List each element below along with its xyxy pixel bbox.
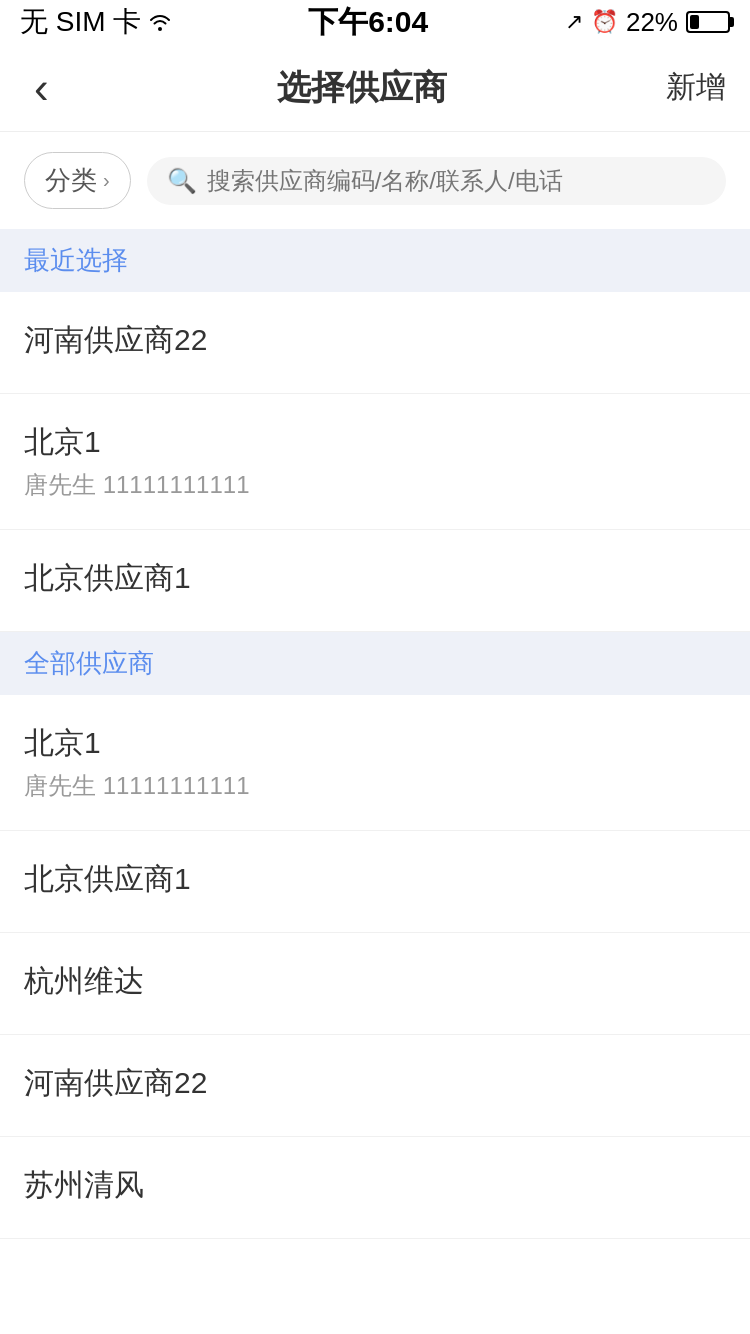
page-title: 选择供应商: [277, 65, 447, 111]
list-item[interactable]: 杭州维达: [0, 933, 750, 1035]
list-item[interactable]: 苏州清风: [0, 1137, 750, 1239]
item-name: 苏州清风: [24, 1165, 726, 1206]
nav-bar: ‹ 选择供应商 新增: [0, 44, 750, 132]
item-name: 北京供应商1: [24, 558, 726, 599]
status-time: 下午6:04: [308, 2, 428, 43]
search-input[interactable]: [207, 167, 706, 195]
add-button[interactable]: 新增: [666, 67, 726, 108]
location-icon: ↗: [565, 9, 583, 35]
all-section-header: 全部供应商: [0, 632, 750, 695]
item-name: 河南供应商22: [24, 320, 726, 361]
status-right: ↗ ⏰ 22%: [565, 7, 730, 38]
all-section-label: 全部供应商: [24, 648, 154, 678]
wifi-icon: [149, 6, 171, 38]
list-item[interactable]: 河南供应商22: [0, 292, 750, 394]
recent-list: 河南供应商22 北京1 唐先生 11111111111 北京供应商1: [0, 292, 750, 632]
list-item[interactable]: 河南供应商22: [0, 1035, 750, 1137]
item-sub: 唐先生 11111111111: [24, 770, 726, 802]
list-item[interactable]: 北京供应商1: [0, 530, 750, 632]
list-item[interactable]: 北京1 唐先生 11111111111: [0, 695, 750, 831]
item-name: 北京供应商1: [24, 859, 726, 900]
list-item[interactable]: 北京供应商1: [0, 831, 750, 933]
category-label: 分类: [45, 163, 97, 198]
sim-label: 无 SIM 卡: [20, 3, 141, 41]
alarm-icon: ⏰: [591, 9, 618, 35]
filter-bar: 分类 › 🔍: [0, 132, 750, 229]
battery-percent: 22%: [626, 7, 678, 38]
item-sub: 唐先生 11111111111: [24, 469, 726, 501]
recent-section-label: 最近选择: [24, 245, 128, 275]
status-bar: 无 SIM 卡 下午6:04 ↗ ⏰ 22%: [0, 0, 750, 44]
chevron-right-icon: ›: [103, 169, 110, 192]
battery-icon: [686, 11, 730, 33]
item-name: 北京1: [24, 422, 726, 463]
item-name: 杭州维达: [24, 961, 726, 1002]
back-button[interactable]: ‹: [24, 53, 59, 123]
search-icon: 🔍: [167, 167, 197, 195]
all-list: 北京1 唐先生 11111111111 北京供应商1 杭州维达 河南供应商22 …: [0, 695, 750, 1239]
item-name: 北京1: [24, 723, 726, 764]
recent-section-header: 最近选择: [0, 229, 750, 292]
item-name: 河南供应商22: [24, 1063, 726, 1104]
search-box[interactable]: 🔍: [147, 157, 726, 205]
status-left: 无 SIM 卡: [20, 3, 171, 41]
category-button[interactable]: 分类 ›: [24, 152, 131, 209]
list-item[interactable]: 北京1 唐先生 11111111111: [0, 394, 750, 530]
